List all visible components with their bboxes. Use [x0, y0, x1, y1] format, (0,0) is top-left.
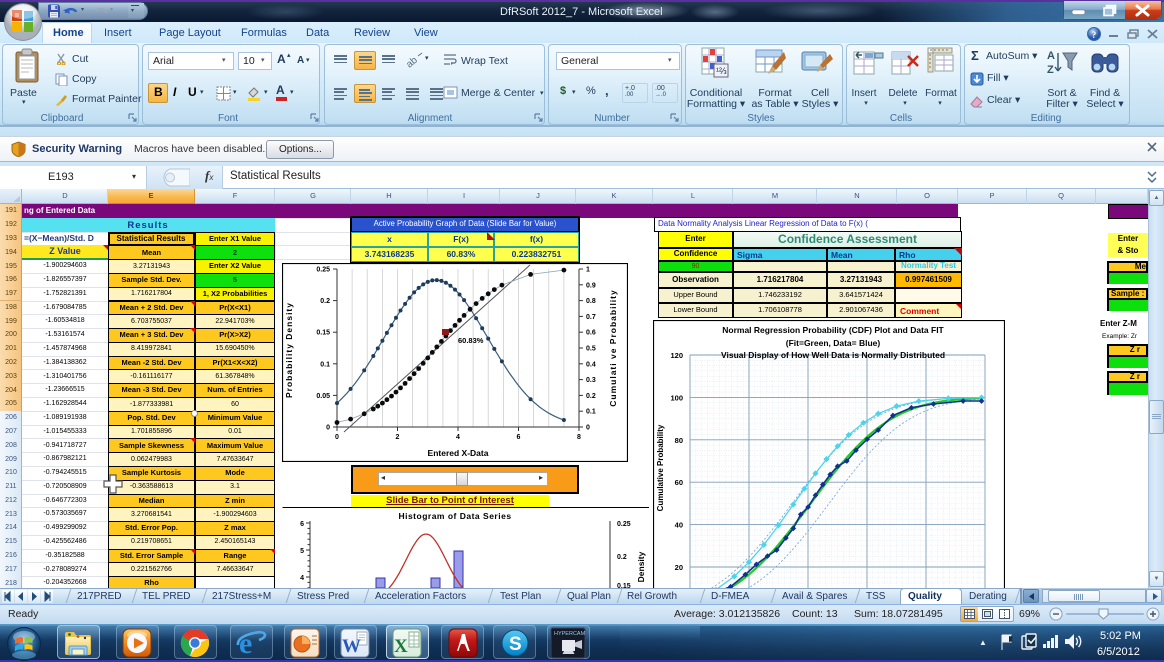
svg-text:0: 0	[335, 434, 339, 441]
svg-text:0.7: 0.7	[586, 314, 596, 321]
svg-text:4: 4	[300, 575, 304, 582]
svg-text:A: A	[1047, 50, 1055, 62]
svg-text:0.2: 0.2	[617, 554, 627, 561]
svg-text:Z: Z	[1047, 64, 1054, 76]
svg-text:Density: Density	[636, 551, 646, 582]
svg-text:Visual Display of How Well Da: Visual Display of How Well Data is Norma…	[721, 350, 945, 360]
svg-text:0.1: 0.1	[586, 409, 596, 416]
svg-text:Cumulative Probability: Cumulative Probability	[656, 424, 665, 511]
svg-text:0: 0	[586, 425, 590, 432]
svg-text:X: X	[394, 636, 408, 657]
svg-text:0.5: 0.5	[586, 346, 596, 353]
svg-text:6: 6	[300, 521, 304, 528]
svg-text:100: 100	[670, 393, 683, 402]
svg-text:0.6: 0.6	[586, 330, 596, 337]
svg-text:0.1: 0.1	[320, 361, 330, 368]
svg-text:Cumulati ve Probability: Cumulati ve Probability	[608, 289, 618, 406]
svg-text:40: 40	[675, 521, 683, 530]
svg-text:2: 2	[396, 434, 400, 441]
svg-text:120: 120	[670, 351, 683, 360]
svg-text:80: 80	[675, 436, 683, 445]
svg-text:W: W	[342, 636, 361, 657]
svg-text:0.4: 0.4	[586, 361, 596, 368]
svg-text:?: ?	[1092, 30, 1097, 40]
svg-text:0.9: 0.9	[586, 282, 596, 289]
svg-text:60: 60	[675, 478, 683, 487]
svg-text:0.8: 0.8	[586, 298, 596, 305]
svg-text:1: 1	[586, 267, 590, 274]
svg-text:4: 4	[456, 434, 460, 441]
svg-text:8: 8	[577, 434, 581, 441]
svg-text:S: S	[509, 634, 522, 655]
svg-text:6: 6	[517, 434, 521, 441]
svg-text:ab: ab	[404, 55, 420, 69]
svg-text:0.15: 0.15	[316, 330, 330, 337]
svg-text:20: 20	[675, 563, 683, 572]
svg-text:Probability Density: Probability Density	[284, 302, 294, 398]
svg-text:0: 0	[326, 425, 330, 432]
svg-text:0.25: 0.25	[316, 267, 330, 274]
svg-text:0.2: 0.2	[586, 393, 596, 400]
svg-text:0.25: 0.25	[617, 521, 631, 528]
svg-text:60.83%: 60.83%	[458, 336, 484, 345]
svg-text:HYPERCAM: HYPERCAM	[554, 631, 586, 637]
svg-text:5: 5	[300, 548, 304, 555]
svg-text:Histogram of Data Series: Histogram of Data Series	[398, 511, 511, 521]
svg-text:Entered X-Data: Entered X-Data	[428, 448, 489, 458]
svg-text:0.2: 0.2	[320, 298, 330, 305]
svg-text:(Fit=Green, Data= Blue): (Fit=Green, Data= Blue)	[786, 338, 881, 348]
svg-text:0.05: 0.05	[316, 393, 330, 400]
svg-text:e: e	[239, 627, 252, 660]
svg-text:Normal Regression Probability: Normal Regression Probability (CDF) Plot…	[722, 325, 944, 335]
svg-text:0.3: 0.3	[586, 377, 596, 384]
svg-text:¹⅔: ¹⅔	[716, 66, 727, 76]
